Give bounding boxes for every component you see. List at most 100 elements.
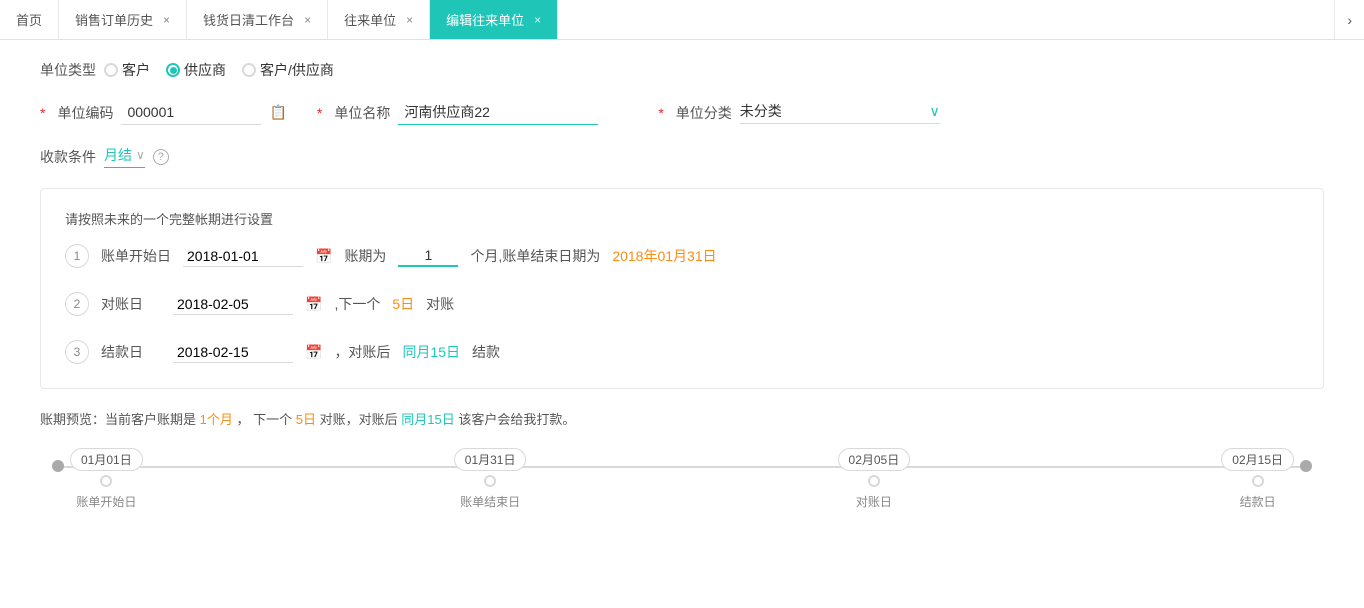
unit-code-input[interactable] — [121, 100, 261, 125]
step-1-label: 账单开始日 — [101, 246, 171, 266]
unit-type-row: 单位类型 客户 供应商 客户/供应商 — [40, 60, 1324, 80]
preview-end: 该客户会给我打款。 — [458, 412, 575, 427]
unit-category-group: * 单位分类 未分类 ∨ — [658, 101, 939, 124]
preview-sep1: ， — [237, 412, 250, 427]
tab-home-label: 首页 — [16, 10, 42, 29]
payment-terms-dropdown[interactable]: 月结 ∨ — [104, 145, 145, 168]
tab-more-button[interactable]: › — [1334, 0, 1364, 39]
step-3-pre-text: ，对账后 — [334, 342, 390, 362]
step-3-num: 3 — [65, 340, 89, 364]
unit-name-group: * 单位名称 — [317, 100, 598, 125]
tab-edit-partner[interactable]: 编辑往来单位 × — [430, 0, 558, 39]
unit-type-group: 单位类型 客户 供应商 客户/供应商 — [40, 60, 334, 80]
tab-cash-work-label: 钱货日清工作台 — [203, 10, 294, 29]
preview-day: 5日 — [296, 412, 316, 427]
timeline-dot-2 — [484, 475, 496, 487]
unit-code-group: * 单位编码 📋 — [40, 100, 287, 125]
preview-label: 账期预览：当前客户账期是 — [40, 412, 196, 427]
unit-category-star: * — [658, 105, 663, 121]
timeline-nodes: 01月01日 账单开始日 01月31日 账单结束日 02月05日 对账日 02月… — [60, 448, 1304, 510]
tab-cash-work-close[interactable]: × — [304, 13, 311, 27]
timeline-dot-1 — [100, 475, 112, 487]
radio-customer-supplier-circle — [242, 63, 256, 77]
step-1-date-input[interactable] — [183, 246, 303, 267]
step-1-calendar-icon[interactable]: 📅 — [315, 248, 332, 265]
tab-cash-work[interactable]: 钱货日清工作台 × — [187, 0, 328, 39]
timeline-pill-2: 01月31日 — [454, 448, 527, 471]
payment-terms-label: 收款条件 — [40, 147, 96, 167]
tab-sales-history[interactable]: 销售订单历史 × — [59, 0, 187, 39]
step-1-suffix-text: 个月,账单结束日期为 — [470, 246, 600, 266]
step-1-mid-text: 账期为 — [344, 246, 386, 266]
timeline-label-1: 账单开始日 — [76, 493, 136, 510]
tab-partner-unit-close[interactable]: × — [406, 13, 413, 27]
unit-category-arrow-icon: ∨ — [930, 103, 940, 120]
unit-code-star: * — [40, 105, 45, 121]
step-2-num: 2 — [65, 292, 89, 316]
timeline-dot-3 — [868, 475, 880, 487]
unit-code-label: 单位编码 — [57, 103, 113, 123]
timeline-node-3: 02月05日 对账日 — [838, 448, 911, 510]
step-3-row: 3 结款日 📅 ，对账后 同月15日 结款 — [65, 340, 1299, 364]
timeline-label-3: 对账日 — [856, 493, 892, 510]
step-3-highlight: 同月15日 — [402, 342, 460, 362]
timeline-label-2: 账单结束日 — [460, 493, 520, 510]
payment-terms-row: 收款条件 月结 ∨ ? — [40, 145, 1324, 168]
step-1-num: 1 — [65, 244, 89, 268]
radio-customer-label: 客户 — [122, 60, 150, 80]
payment-terms-tooltip-icon[interactable]: ? — [153, 149, 169, 165]
timeline-container: 01月01日 账单开始日 01月31日 账单结束日 02月05日 对账日 02月… — [40, 448, 1324, 510]
timeline-pill-1: 01月01日 — [70, 448, 143, 471]
timeline-pill-4: 02月15日 — [1221, 448, 1294, 471]
preview-settle: 同月15日 — [401, 412, 454, 427]
timeline-node-2: 01月31日 账单结束日 — [454, 448, 527, 510]
step-1-period-input[interactable] — [398, 245, 458, 267]
preview-part2-pre: 下一个 — [253, 412, 292, 427]
tab-sales-history-close[interactable]: × — [163, 13, 170, 27]
timeline-dot-4 — [1252, 475, 1264, 487]
step-2-row: 2 对账日 📅 ,下一个 5日 对账 — [65, 292, 1299, 316]
step-2-date-input[interactable] — [173, 294, 293, 315]
unit-name-input[interactable] — [398, 100, 598, 125]
step-2-pre-text: ,下一个 — [334, 294, 380, 314]
unit-name-star: * — [317, 105, 322, 121]
radio-customer-supplier[interactable]: 客户/供应商 — [242, 60, 334, 80]
timeline-label-4: 结款日 — [1240, 493, 1276, 510]
radio-customer-circle — [104, 63, 118, 77]
step-1-row: 1 账单开始日 📅 账期为 个月,账单结束日期为 2018年01月31日 — [65, 244, 1299, 268]
preview-text: 账期预览：当前客户账期是 1个月 ， 下一个 5日 对账，对账后 同月15日 该… — [40, 409, 1324, 428]
step-3-label: 结款日 — [101, 342, 161, 362]
timeline-end-dot — [1300, 460, 1312, 472]
step-2-post-text: 对账 — [426, 294, 454, 314]
radio-customer[interactable]: 客户 — [104, 60, 150, 80]
unit-category-value: 未分类 — [740, 101, 922, 121]
unit-name-label: 单位名称 — [334, 103, 390, 123]
step-3-calendar-icon[interactable]: 📅 — [305, 344, 322, 361]
tab-partner-unit-label: 往来单位 — [344, 10, 396, 29]
unit-code-calendar-icon[interactable]: 📋 — [269, 104, 286, 121]
unit-type-radio-group: 客户 供应商 客户/供应商 — [104, 60, 334, 80]
unit-info-row: * 单位编码 📋 * 单位名称 * 单位分类 未分类 ∨ — [40, 100, 1324, 125]
step-2-calendar-icon[interactable]: 📅 — [305, 296, 322, 313]
radio-supplier-circle — [166, 63, 180, 77]
unit-category-select[interactable]: 未分类 ∨ — [740, 101, 940, 124]
radio-supplier-label: 供应商 — [184, 60, 226, 80]
step-3-date-input[interactable] — [173, 342, 293, 363]
payment-terms-value: 月结 — [104, 145, 132, 165]
radio-supplier[interactable]: 供应商 — [166, 60, 226, 80]
unit-type-label: 单位类型 — [40, 60, 96, 80]
timeline-node-4: 02月15日 结款日 — [1221, 448, 1294, 510]
payment-terms-group: 收款条件 月结 ∨ ? — [40, 145, 169, 168]
unit-category-label: 单位分类 — [676, 103, 732, 123]
step-1-end-date: 2018年01月31日 — [612, 246, 716, 266]
timeline-node-1: 01月01日 账单开始日 — [70, 448, 143, 510]
tab-partner-unit[interactable]: 往来单位 × — [328, 0, 430, 39]
step-2-label: 对账日 — [101, 294, 161, 314]
tab-edit-partner-close[interactable]: × — [534, 13, 541, 27]
timeline-pill-3: 02月05日 — [838, 448, 911, 471]
tab-sales-history-label: 销售订单历史 — [75, 10, 153, 29]
tab-home[interactable]: 首页 — [0, 0, 59, 39]
preview-part2-post: 对账，对账后 — [320, 412, 398, 427]
period-setup-card: 请按照未来的一个完整帐期进行设置 1 账单开始日 📅 账期为 个月,账单结束日期… — [40, 188, 1324, 389]
main-content: 单位类型 客户 供应商 客户/供应商 * 单位编码 — [0, 40, 1364, 608]
